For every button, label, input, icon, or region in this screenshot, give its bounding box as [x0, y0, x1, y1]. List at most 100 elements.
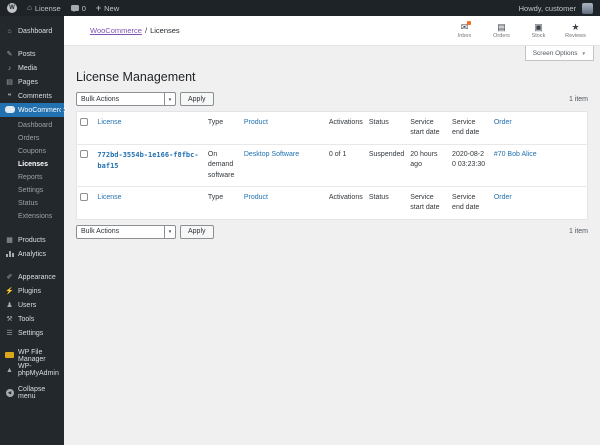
wordpress-logo-menu[interactable]: W	[7, 3, 17, 13]
reviews-icon: ★	[571, 22, 580, 32]
column-service-end: Service end date	[452, 119, 480, 137]
tablenav-top: Bulk Actions ▼ Apply 1 item	[76, 92, 588, 106]
settings-icon: ☰	[6, 329, 13, 337]
sidebar-item-label: Analytics	[18, 250, 47, 258]
home-icon: ⌂	[27, 3, 32, 12]
column-order-bottom[interactable]: Order	[494, 194, 512, 201]
analytics-icon	[5, 251, 14, 257]
comments-icon	[70, 5, 79, 12]
admin-sidebar: ⌂ Dashboard ✎ Posts ♪ Media ▤ Pages ❝ Co…	[0, 16, 67, 445]
sidebar-item-dashboard[interactable]: ⌂ Dashboard	[0, 24, 64, 38]
new-content-menu[interactable]: + New	[96, 3, 119, 13]
sidebar-item-label: Collapse menu	[18, 386, 46, 400]
submenu-item-reports[interactable]: Reports	[0, 171, 64, 184]
posts-icon: ✎	[6, 50, 13, 58]
license-key-link[interactable]: 772bd-3554b-1e166-f8fbc-baf15	[97, 151, 198, 170]
plugins-icon: ⚡	[5, 287, 14, 295]
panel-reviews[interactable]: ★ Reviews	[557, 22, 594, 39]
column-order[interactable]: Order	[494, 119, 512, 126]
comment-count: 0	[81, 3, 86, 13]
bulk-actions-value: Bulk Actions	[81, 95, 120, 103]
greeting-text: Howdy, customer	[518, 3, 576, 13]
sidebar-item-settings[interactable]: ☰ Settings	[0, 326, 64, 340]
sidebar-item-woocommerce[interactable]: WooCommerce	[0, 103, 67, 117]
pages-icon: ▤	[6, 78, 13, 86]
admin-top-bar: W ⌂ License 0 + New Howdy, customer	[0, 0, 600, 16]
licenses-table: License Type Product Activations Status …	[76, 111, 588, 220]
service-start-value: 20 hours ago	[410, 151, 438, 169]
sidebar-item-users[interactable]: ♟ Users	[0, 298, 64, 312]
dashboard-icon: ⌂	[7, 27, 12, 35]
users-icon: ♟	[6, 301, 13, 309]
sidebar-item-comments[interactable]: ❝ Comments	[0, 89, 64, 103]
admin-layout: ⌂ Dashboard ✎ Posts ♪ Media ▤ Pages ❝ Co…	[0, 16, 600, 445]
appearance-icon: ✐	[6, 273, 13, 281]
column-activations: Activations	[328, 119, 363, 126]
product-link[interactable]: Desktop Software	[244, 151, 299, 158]
sidebar-item-label: Media	[18, 64, 38, 72]
breadcrumb-woocommerce-link[interactable]: WooCommerce	[90, 26, 142, 35]
panel-orders[interactable]: ▤ Orders	[483, 22, 520, 39]
select-caret-icon: ▼	[164, 93, 175, 105]
sidebar-item-posts[interactable]: ✎ Posts	[0, 47, 64, 61]
sidebar-item-media[interactable]: ♪ Media	[0, 61, 64, 75]
products-icon: ▦	[6, 236, 13, 244]
sidebar-item-products[interactable]: ▦ Products	[0, 233, 64, 247]
avatar	[582, 2, 593, 14]
sidebar-item-plugins[interactable]: ⚡ Plugins	[0, 284, 64, 298]
inbox-icon: ✉	[461, 21, 472, 32]
column-product[interactable]: Product	[244, 119, 268, 126]
main-content: WooCommerce / Licenses ✉ Inbox ▤ Orders …	[64, 16, 600, 445]
sidebar-item-wp-file-manager[interactable]: WP File Manager	[0, 349, 64, 363]
submenu-item-dashboard[interactable]: Dashboard	[0, 119, 64, 132]
submenu-item-extensions[interactable]: Extensions	[0, 210, 64, 223]
sidebar-item-pages[interactable]: ▤ Pages	[0, 75, 64, 89]
comments-icon: ❝	[7, 92, 12, 100]
row-checkbox[interactable]	[80, 150, 88, 159]
submenu-item-orders[interactable]: Orders	[0, 132, 64, 145]
woocommerce-header-bar: WooCommerce / Licenses ✉ Inbox ▤ Orders …	[64, 16, 600, 46]
account-menu[interactable]: Howdy, customer	[518, 2, 593, 14]
wordpress-icon: W	[7, 3, 17, 13]
column-type-bottom: Type	[207, 193, 224, 201]
sidebar-item-appearance[interactable]: ✐ Appearance	[0, 270, 64, 284]
select-caret-icon: ▼	[164, 225, 175, 238]
submenu-item-coupons[interactable]: Coupons	[0, 145, 64, 158]
licenses-page: License Management Bulk Actions ▼ Apply …	[64, 64, 600, 244]
tablenav-bottom: Bulk Actions ▼ Apply 1 item	[76, 224, 588, 239]
sidebar-item-label: Products	[18, 236, 46, 244]
screen-options-label: Screen Options	[532, 49, 578, 57]
column-license[interactable]: License	[97, 119, 121, 126]
item-count-bottom: 1 item	[568, 228, 588, 236]
bulk-actions-select[interactable]: Bulk Actions ▼	[76, 92, 176, 106]
breadcrumb: WooCommerce / Licenses	[90, 26, 180, 35]
apply-button[interactable]: Apply	[180, 92, 214, 106]
sidebar-item-tools[interactable]: ⚒ Tools	[0, 312, 64, 326]
site-menu[interactable]: ⌂ License	[27, 4, 61, 13]
panel-inbox[interactable]: ✉ Inbox	[446, 21, 483, 39]
sidebar-item-label: WP-phpMyAdmin	[18, 363, 59, 377]
panel-label: Inbox	[457, 33, 472, 39]
column-product-bottom[interactable]: Product	[244, 194, 268, 201]
bulk-actions-value: Bulk Actions	[81, 228, 120, 236]
activity-panels: ✉ Inbox ▤ Orders ▣ Stock ★ Reviews	[446, 21, 594, 39]
sidebar-item-collapse-menu[interactable]: ◀ Collapse menu	[0, 386, 64, 400]
sidebar-item-analytics[interactable]: Analytics	[0, 247, 64, 261]
submenu-item-licenses[interactable]: Licenses	[0, 158, 64, 171]
bulk-actions-select-bottom[interactable]: Bulk Actions ▼	[76, 224, 176, 239]
order-link[interactable]: #70 Bob Alice	[494, 151, 537, 158]
panel-stock[interactable]: ▣ Stock	[520, 22, 557, 39]
select-all-checkbox-bottom[interactable]	[80, 192, 88, 201]
status-value: Suspended	[368, 151, 405, 159]
item-count: 1 item	[568, 95, 588, 103]
sidebar-item-wp-phpmyadmin[interactable]: ▲ WP-phpMyAdmin	[0, 363, 64, 377]
column-license-bottom[interactable]: License	[97, 194, 121, 201]
comments-menu[interactable]: 0	[70, 3, 86, 13]
select-all-checkbox[interactable]	[80, 118, 88, 126]
apply-button-bottom[interactable]: Apply	[180, 224, 214, 239]
submenu-item-settings[interactable]: Settings	[0, 184, 64, 197]
screen-options-button[interactable]: Screen Options ▼	[524, 46, 594, 61]
submenu-item-status[interactable]: Status	[0, 197, 64, 210]
license-type: On demand software	[207, 151, 235, 179]
phpmyadmin-icon: ▲	[6, 366, 13, 374]
